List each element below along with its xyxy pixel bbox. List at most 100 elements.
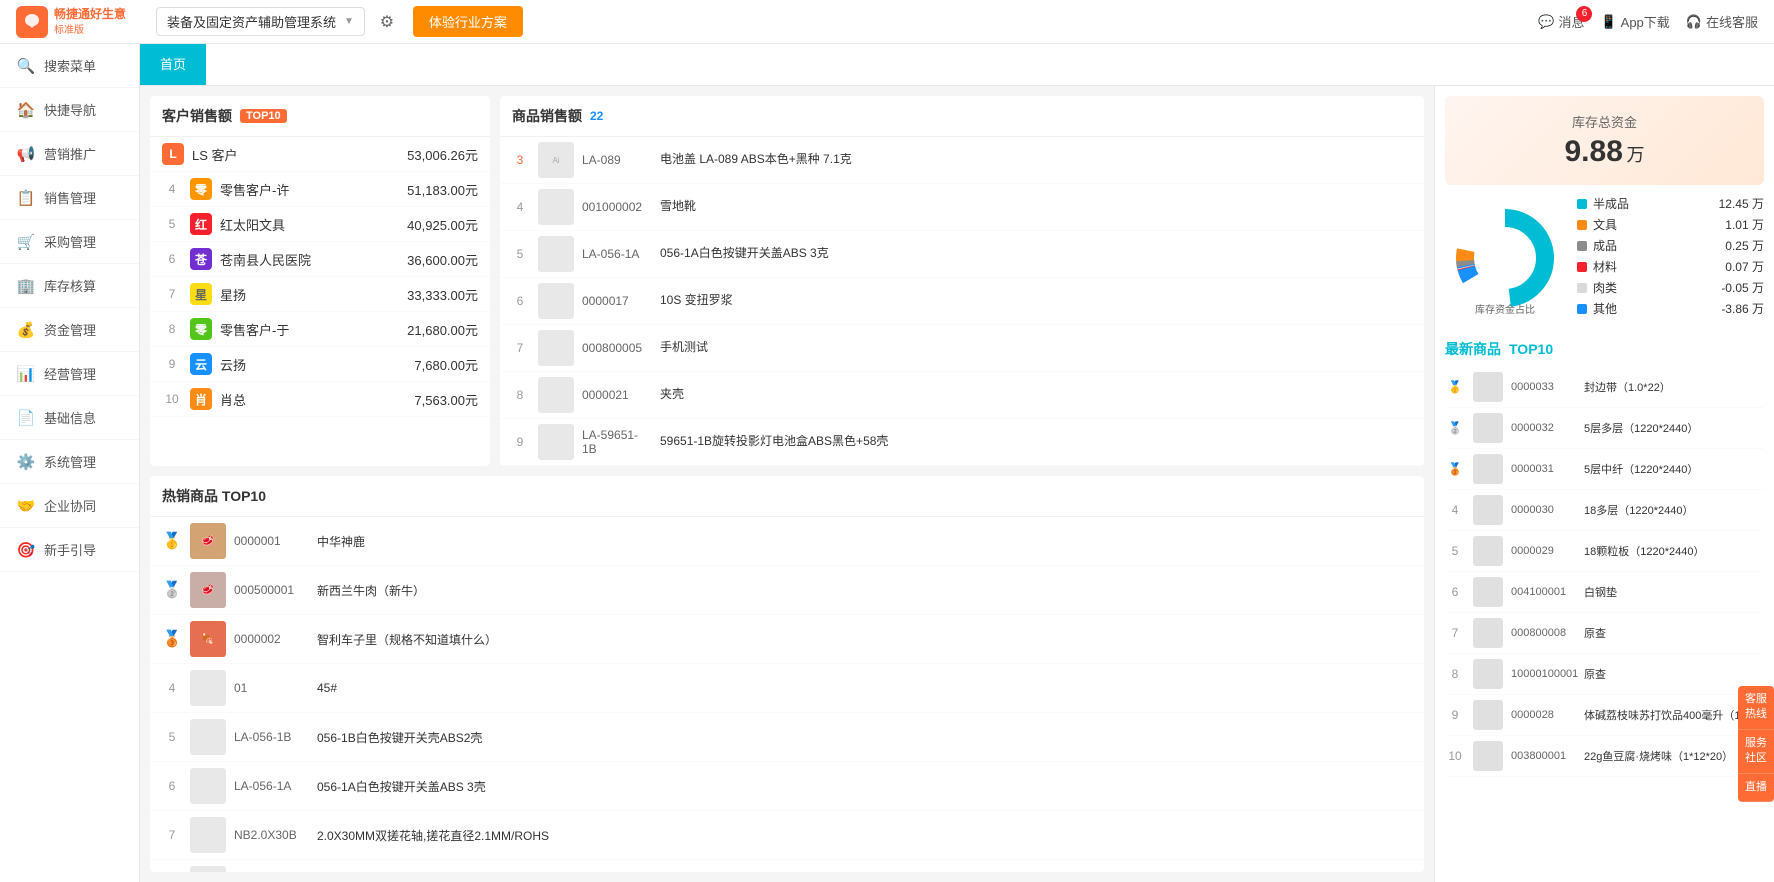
list-item: 7 NB2.0X30B 2.0X30MM双搓花轴,搓花直径2.1MM/ROHS [150,811,1424,860]
sidebar-item-finance[interactable]: 💰 资金管理 [0,308,139,352]
rank-medal-8: 肖 [190,388,212,410]
finance-icon: 💰 [16,321,36,339]
customer-amount-8: 7,563.00元 [414,390,478,409]
float-btn-live[interactable]: 直播 [1738,774,1774,802]
customer-amount-1: 53,006.26元 [407,145,478,164]
list-item: 6 LA-056-1A 056-1A白色按键开关盖ABS 3壳 [150,762,1424,811]
sidebar-item-inventory[interactable]: 🏢 库存核算 [0,264,139,308]
marketing-icon: 📢 [16,145,36,163]
tab-home[interactable]: 首页 [140,44,206,85]
table-row: 5 红 红太阳文具 40,925.00元 [150,207,490,242]
latest-code-4: 0000030 [1511,504,1576,516]
online-service-item[interactable]: 🎧 在线客服 [1686,12,1758,31]
logo-line1: 畅捷通好生意 [54,7,126,21]
sidebar-item-enterprise[interactable]: 🤝 企业协同 [0,484,139,528]
sidebar-item-guide[interactable]: 🎯 新手引导 [0,528,139,572]
latest-products-header: 最新商品 TOP10 [1445,331,1764,367]
latest-img-1 [1473,372,1503,402]
latest-code-8: 10000100001 [1511,668,1576,680]
product-code-7: LA-59651-1B [582,428,652,456]
latest-name-10: 22g鱼豆腐·烧烤味（1*12*20） [1584,748,1764,764]
rank-num-3: 5 [162,217,182,231]
latest-name-1: 封边带（1.0*22） [1584,379,1764,395]
sidebar-item-quick-nav[interactable]: 🏠 快捷导航 [0,88,139,132]
sidebar-label-system: 系统管理 [44,452,96,471]
legend-item-other: 其他 -3.86 万 [1577,300,1764,317]
latest-name-2: 5层多层（1220*2440） [1584,420,1764,436]
customer-top10-panel: 客户销售额 TOP10 L LS 客户 53,006.26元 [150,96,490,466]
latest-img-4 [1473,495,1503,525]
message-badge: 6 [1576,6,1592,22]
inventory-chart-section: 库存资金占比 半成品 12.45 万 文具 1.01 万 成品 [1445,195,1764,321]
message-icon: 💬 [1538,14,1554,30]
product-code-4: 0000017 [582,294,652,308]
app-download-item[interactable]: 📱 App下载 [1600,12,1669,31]
hot-name-1: 中华神鹿 [317,533,1412,550]
hot-img-6 [190,768,226,804]
sidebar-label-quick-nav: 快捷导航 [44,100,96,119]
sidebar-label-basic: 基础信息 [44,408,96,427]
table-row: 9 LA-59651-1B 59651-1B旋转投影灯电池盒ABS黑色+58壳 [500,419,1424,466]
sidebar-item-sales[interactable]: 📋 销售管理 [0,176,139,220]
sidebar-item-search-menu[interactable]: 🔍 搜索菜单 [0,44,139,88]
customer-amount-6: 21,680.00元 [407,320,478,339]
sidebar-label-operation: 经营管理 [44,364,96,383]
product-sales-header: 商品销售额 22 [500,96,1424,137]
latest-code-5: 0000029 [1511,545,1576,557]
sidebar-item-operation[interactable]: 📊 经营管理 [0,352,139,396]
hot-img-5 [190,719,226,755]
product-sales-count: 22 [590,109,603,123]
customer-amount-3: 40,925.00元 [407,215,478,234]
sidebar-item-system[interactable]: ⚙️ 系统管理 [0,440,139,484]
hot-img-2: 🥩 [190,572,226,608]
hot-name-3: 智利车子里（规格不知道填什么） [317,631,1412,648]
sidebar-item-basic[interactable]: 📄 基础信息 [0,396,139,440]
float-buttons: 客服热线 服务社区 直播 [1738,686,1774,802]
inventory-label: 库存总资金 [1461,112,1748,131]
headset-icon: 🎧 [1686,14,1702,30]
list-item: 🥉 🍖 0000002 智利车子里（规格不知道填什么） [150,615,1424,664]
logo-area: 畅捷通好生意 标准版 [16,6,156,38]
messages-item[interactable]: 💬 消息 6 [1538,12,1584,31]
rank-4-label: 4 [162,681,182,695]
customer-name-7: 云扬 [220,355,406,374]
rank-num-2: 4 [162,182,182,196]
float-btn-service[interactable]: 客服热线 [1738,686,1774,730]
sidebar-item-purchase[interactable]: 🛒 采购管理 [0,220,139,264]
hot-code-4: 01 [234,681,309,695]
search-icon: 🔍 [16,57,36,75]
medal-3-icon: 🥉 [162,629,182,649]
latest-code-10: 003800001 [1511,750,1576,762]
right-panel: 库存总资金 9.88 万 [1434,86,1774,882]
legend-item-wenju: 文具 1.01 万 [1577,216,1764,233]
product-code-5: 000800005 [582,341,652,355]
trial-button[interactable]: 体验行业方案 [413,6,523,37]
sidebar-label-guide: 新手引导 [44,540,96,559]
product-img-59651 [538,424,574,460]
inventory-legend: 半成品 12.45 万 文具 1.01 万 成品 0.25 万 材料 [1577,195,1764,321]
rank-medal-2: 零 [190,178,212,200]
sidebar-label-marketing: 营销推广 [44,144,96,163]
rank-6-label: 6 [162,779,182,793]
system-name-selector[interactable]: 装备及固定资产辅助管理系统 ▼ [156,7,365,36]
rank-medal-4: 苍 [190,248,212,270]
latest-name-6: 白钢垫 [1584,584,1764,600]
latest-name-7: 原查 [1584,625,1764,641]
settings-icon[interactable]: ⚙ [373,8,401,36]
customer-name-8: 肖总 [220,390,406,409]
float-btn-community[interactable]: 服务社区 [1738,730,1774,774]
latest-name-4: 18多层（1220*2440） [1584,502,1764,518]
latest-name-5: 18颗粒板（1220*2440） [1584,543,1764,559]
top-row: 客户销售额 TOP10 L LS 客户 53,006.26元 [150,96,1424,466]
medal-2-icon: 🥈 [162,580,182,600]
list-item: 🥉 0000031 5层中纤（1220*2440） [1445,449,1764,490]
main-content: 客户销售额 TOP10 L LS 客户 53,006.26元 [140,86,1774,882]
list-item: 🥇 0000033 封边带（1.0*22） [1445,367,1764,408]
hot-name-6: 056-1A白色按键开关盖ABS 3壳 [317,778,1412,795]
table-row: 3 Ai LA-089 电池盖 LA-089 ABS本色+黑种 7.1克 [500,137,1424,184]
customer-name-1: LS 客户 [192,145,399,164]
product-name-4: 10S 变扭罗浆 [660,293,1414,309]
sidebar-item-marketing[interactable]: 📢 营销推广 [0,132,139,176]
latest-code-6: 004100001 [1511,586,1576,598]
product-img-0017 [538,283,574,319]
